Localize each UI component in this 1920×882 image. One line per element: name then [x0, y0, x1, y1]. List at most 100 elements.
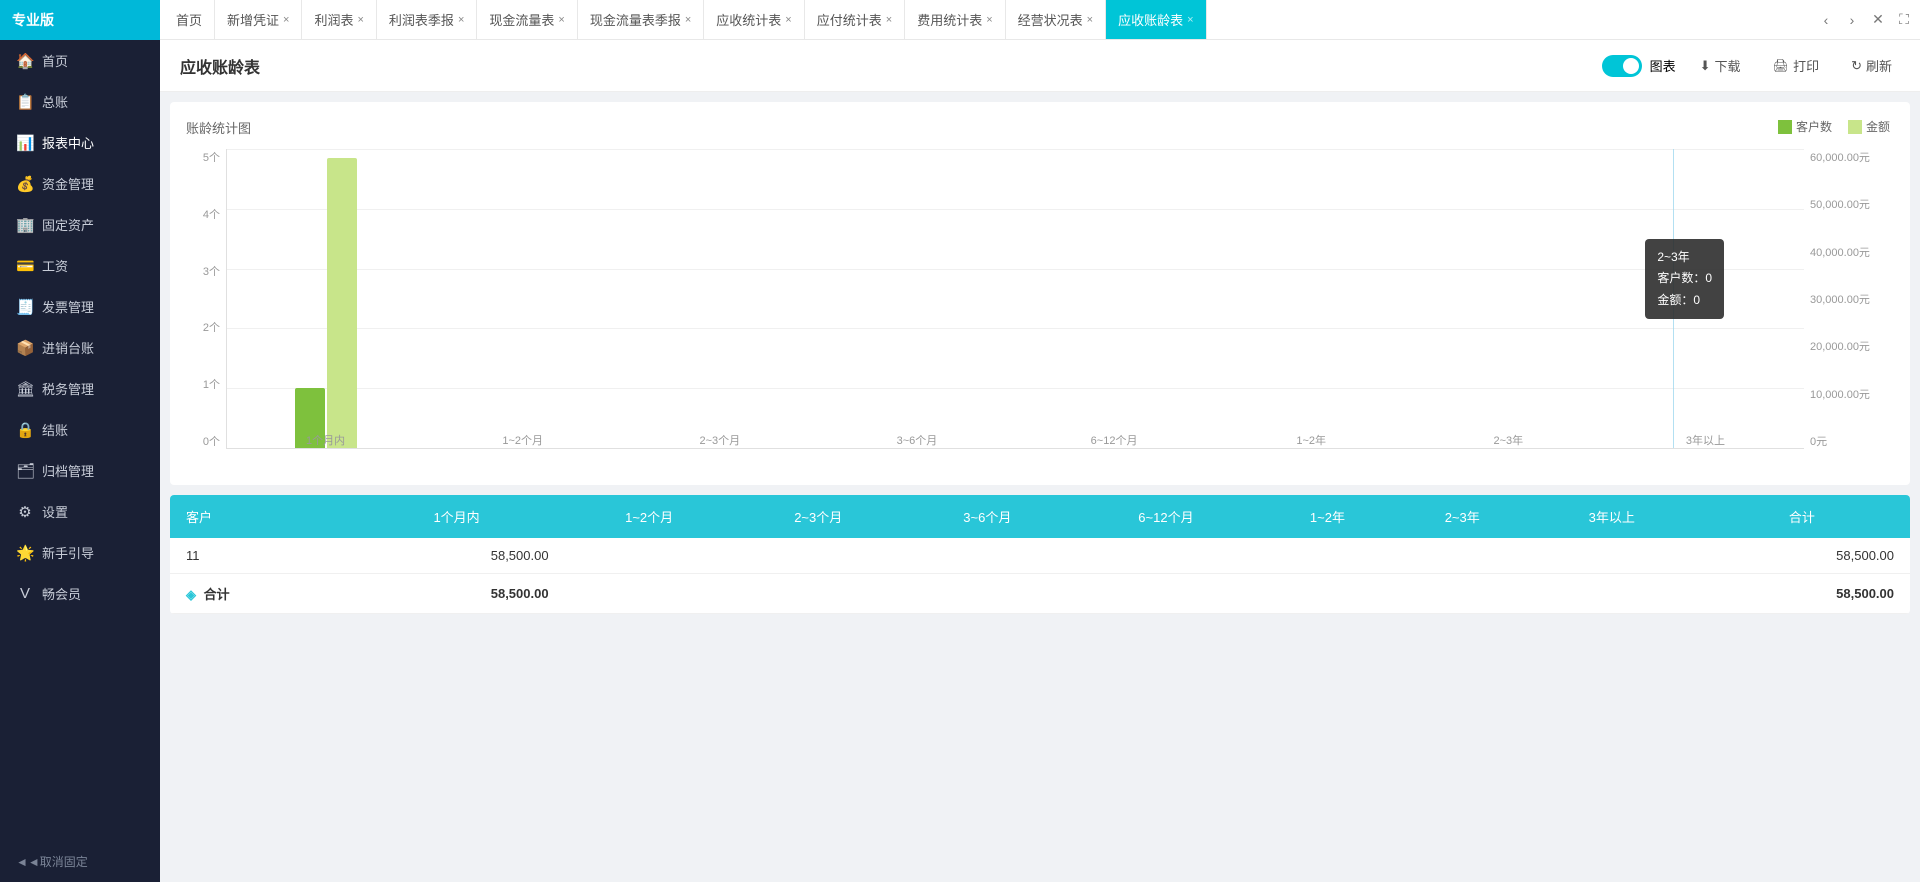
- sidebar-item-reports[interactable]: 📊 报表中心: [0, 122, 160, 163]
- sidebar-item-settings[interactable]: ⚙ 设置: [0, 491, 160, 532]
- tab-profit-quarterly[interactable]: 利润表季报 ×: [377, 0, 477, 40]
- tab-expand-button[interactable]: ⛶: [1892, 8, 1916, 32]
- chart-toggle[interactable]: [1602, 55, 1642, 77]
- tab-operation-stats[interactable]: 经营状况表 ×: [1006, 0, 1106, 40]
- guide-icon: 🌟: [16, 544, 34, 562]
- sidebar-item-tax[interactable]: 🏛 税务管理: [0, 368, 160, 409]
- tab-ar-stats[interactable]: 应收统计表 ×: [704, 0, 804, 40]
- cell-total-m23: [734, 574, 903, 614]
- tab-close-icon[interactable]: ×: [1087, 14, 1093, 26]
- y-label: 5个: [203, 149, 220, 165]
- download-label: 下载: [1715, 56, 1741, 75]
- y-right-label: 0元: [1810, 433, 1827, 449]
- chart-bars: [227, 149, 1804, 448]
- tab-close-icon[interactable]: ×: [558, 14, 564, 26]
- refresh-label: 刷新: [1866, 56, 1892, 75]
- y-axis-right: 60,000.00元 50,000.00元 40,000.00元 30,000.…: [1804, 149, 1894, 469]
- col-header-customer: 客户: [170, 495, 349, 538]
- cell-m612: [1072, 538, 1260, 574]
- main-content: 首页 新增凭证 × 利润表 × 利润表季报 × 现金流量表 × 现金流量表季报 …: [160, 0, 1920, 882]
- cell-y12: [1260, 538, 1395, 574]
- col-header-m12: 1~2个月: [565, 495, 734, 538]
- bar-amount-m1: [327, 158, 357, 448]
- tab-close-icon[interactable]: ×: [986, 14, 992, 26]
- tab-label: 利润表季报: [389, 10, 454, 29]
- tab-label: 现金流量表季报: [590, 10, 681, 29]
- sidebar-item-closing[interactable]: 🔒 结账: [0, 409, 160, 450]
- y-right-label: 40,000.00元: [1810, 244, 1870, 260]
- cell-total-y23: [1395, 574, 1530, 614]
- y-label: 3个: [203, 263, 220, 279]
- legend-customer-label: 客户数: [1796, 118, 1832, 135]
- tab-label: 利润表: [314, 10, 353, 29]
- archive-icon: 🗂: [16, 462, 34, 480]
- download-button[interactable]: ⬇ 下载: [1692, 52, 1749, 79]
- chart-plot-area: 2~3年 客户数：0 金额：0 1个月内 1~2个月 2~3个月 3~6个月 6…: [226, 149, 1804, 449]
- tab-label: 首页: [176, 10, 202, 29]
- tab-close-icon[interactable]: ×: [357, 14, 363, 26]
- sidebar-item-label: 结账: [42, 420, 68, 439]
- tab-close-icon[interactable]: ×: [785, 14, 791, 26]
- x-label-m612: 6~12个月: [1016, 428, 1213, 448]
- sidebar-item-salary[interactable]: 💳 工资: [0, 245, 160, 286]
- tab-profit[interactable]: 利润表 ×: [302, 0, 376, 40]
- page-content: 应收账龄表 图表 ⬇ 下载 🖨 打印 ↻ 刷新: [160, 40, 1920, 882]
- y-right-label: 50,000.00元: [1810, 196, 1870, 212]
- sidebar-item-member[interactable]: V 畅会员: [0, 573, 160, 614]
- col-header-y12: 1~2年: [1260, 495, 1395, 538]
- col-header-m612: 6~12个月: [1072, 495, 1260, 538]
- bar-group-m12: [424, 149, 621, 448]
- sidebar-item-archive[interactable]: 🗂 归档管理: [0, 450, 160, 491]
- x-label-m36: 3~6个月: [818, 428, 1015, 448]
- sidebar-item-purchase[interactable]: 📦 进销台账: [0, 327, 160, 368]
- invoices-icon: 🧾: [16, 298, 34, 316]
- print-button[interactable]: 🖨 打印: [1765, 52, 1828, 79]
- tab-prev-button[interactable]: ‹: [1814, 8, 1838, 32]
- print-label: 打印: [1793, 56, 1819, 75]
- tab-home[interactable]: 首页: [164, 0, 215, 40]
- chart-toggle-container: 图表: [1602, 55, 1676, 77]
- cell-m23: [734, 538, 903, 574]
- page-title: 应收账龄表: [180, 54, 260, 78]
- funds-icon: 💰: [16, 175, 34, 193]
- sidebar-item-label: 报表中心: [42, 133, 94, 152]
- sidebar-item-guide[interactable]: 🌟 新手引导: [0, 532, 160, 573]
- chart-toggle-label: 图表: [1650, 56, 1676, 75]
- tab-voucher[interactable]: 新增凭证 ×: [215, 0, 302, 40]
- bar-group-m36: [818, 149, 1015, 448]
- tab-close-icon[interactable]: ×: [886, 14, 892, 26]
- tab-cashflow[interactable]: 现金流量表 ×: [477, 0, 577, 40]
- header-actions: 图表 ⬇ 下载 🖨 打印 ↻ 刷新: [1602, 52, 1900, 79]
- tab-label: 费用统计表: [917, 10, 982, 29]
- refresh-icon: ↻: [1851, 58, 1862, 74]
- bar-group-m1: [227, 149, 424, 448]
- home-icon: 🏠: [16, 52, 34, 70]
- tab-close-all-button[interactable]: ✕: [1866, 8, 1890, 32]
- cell-total-sum: 58,500.00: [1694, 574, 1910, 614]
- tab-ar-aging[interactable]: 应收账龄表 ×: [1106, 0, 1206, 40]
- sidebar-item-home[interactable]: 🏠 首页: [0, 40, 160, 81]
- tab-close-icon[interactable]: ×: [283, 14, 289, 26]
- tab-ap-stats[interactable]: 应付统计表 ×: [805, 0, 905, 40]
- unpin-sidebar-button[interactable]: ◄◄取消固定: [0, 841, 160, 882]
- tab-expense-stats[interactable]: 费用统计表 ×: [905, 0, 1005, 40]
- sidebar-item-label: 首页: [42, 51, 68, 70]
- purchase-icon: 📦: [16, 339, 34, 357]
- tab-label: 经营状况表: [1018, 10, 1083, 29]
- tab-close-icon[interactable]: ×: [1187, 14, 1193, 26]
- tab-next-button[interactable]: ›: [1840, 8, 1864, 32]
- sidebar-item-assets[interactable]: 🏢 固定资产: [0, 204, 160, 245]
- tab-close-icon[interactable]: ×: [458, 14, 464, 26]
- tab-cashflow-quarterly[interactable]: 现金流量表季报 ×: [578, 0, 704, 40]
- sidebar-item-invoices[interactable]: 🧾 发票管理: [0, 286, 160, 327]
- tab-label: 新增凭证: [227, 10, 279, 29]
- x-label-m23: 2~3个月: [621, 428, 818, 448]
- sidebar-item-ledger[interactable]: 📋 总账: [0, 81, 160, 122]
- chart-area: 5个 4个 3个 2个 1个 0个: [186, 149, 1894, 469]
- tab-label: 应收账龄表: [1118, 10, 1183, 29]
- tab-label: 应收统计表: [716, 10, 781, 29]
- tab-close-icon[interactable]: ×: [685, 14, 691, 26]
- legend-customer-count: 客户数: [1778, 118, 1832, 135]
- sidebar-item-funds[interactable]: 💰 资金管理: [0, 163, 160, 204]
- refresh-button[interactable]: ↻ 刷新: [1843, 52, 1900, 79]
